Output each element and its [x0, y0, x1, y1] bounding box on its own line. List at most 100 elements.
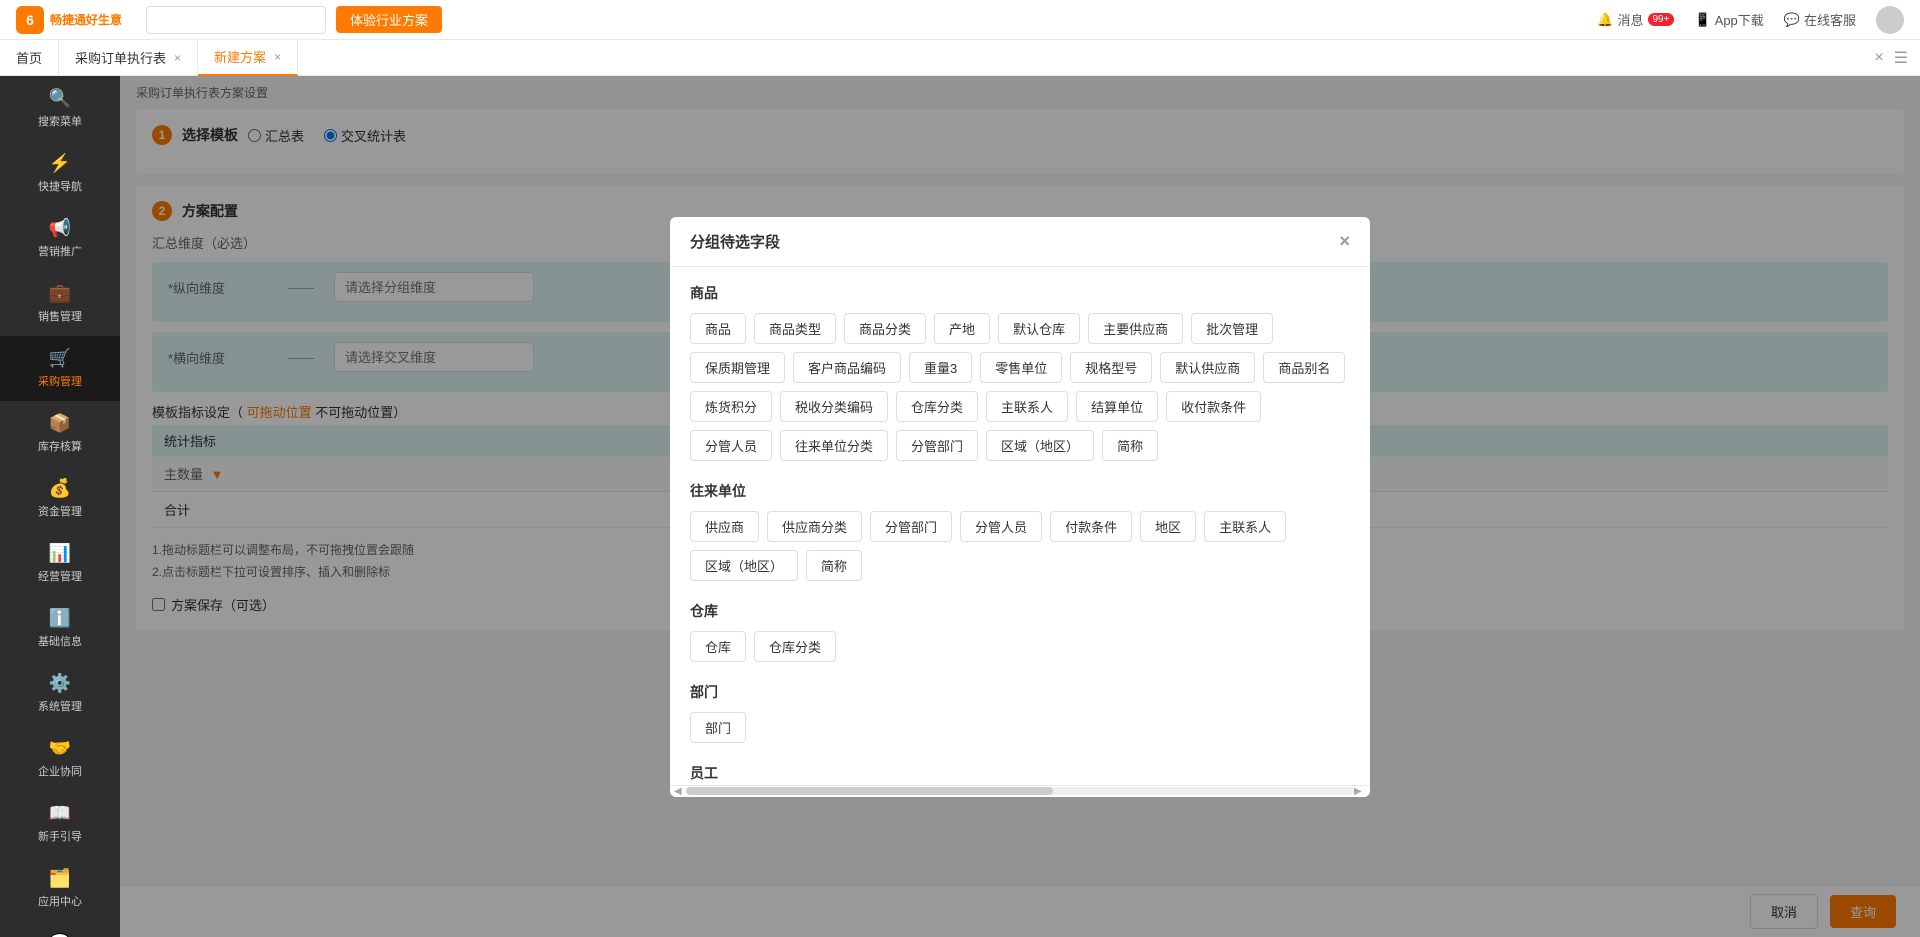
field-tag[interactable]: 批次管理 [1191, 313, 1273, 344]
sales-icon: 💼 [49, 283, 71, 304]
field-tag[interactable]: 默认供应商 [1160, 352, 1255, 383]
top-search-input[interactable] [146, 6, 326, 34]
field-tag[interactable]: 简称 [1102, 430, 1158, 461]
field-tag[interactable]: 商品分类 [844, 313, 926, 344]
modal-close-icon[interactable]: × [1339, 231, 1350, 252]
field-tag[interactable]: 往来单位分类 [780, 430, 888, 461]
sidebar-item-apps[interactable]: 🗂️ 应用中心 [0, 856, 120, 921]
field-tag[interactable]: 产地 [934, 313, 990, 344]
apps-icon: 🗂️ [49, 868, 71, 889]
hscroll-right-icon[interactable]: ▶ [1354, 786, 1366, 797]
field-tag[interactable]: 仓库 [690, 631, 746, 662]
field-tag[interactable]: 区域（地区） [690, 550, 798, 581]
system-icon: ⚙️ [49, 673, 71, 694]
sidebar-item-collaboration[interactable]: 🤝 企业协同 [0, 726, 120, 791]
tab-close-all-icon[interactable]: × [1874, 49, 1883, 67]
field-tag[interactable]: 结算单位 [1076, 391, 1158, 422]
online-service-item[interactable]: 💬 在线客服 [1784, 10, 1856, 29]
avatar[interactable] [1876, 6, 1904, 34]
field-tag[interactable]: 商品类型 [754, 313, 836, 344]
field-tag[interactable]: 供应商分类 [767, 511, 862, 542]
top-right: 🔔 消息 99+ 📱 App下载 💬 在线客服 [1597, 6, 1904, 34]
notification-item[interactable]: 🔔 消息 99+ [1597, 10, 1674, 29]
field-tag[interactable]: 默认仓库 [998, 313, 1080, 344]
field-tag[interactable]: 仓库分类 [754, 631, 836, 662]
hscroll-left-icon[interactable]: ◀ [674, 786, 686, 797]
field-tag[interactable]: 客户商品编码 [793, 352, 901, 383]
tab-new-plan-close-icon[interactable]: × [274, 50, 281, 64]
tab-bar: 首页 采购订单执行表 × 新建方案 × × ☰ [0, 40, 1920, 76]
field-tag[interactable]: 零售单位 [980, 352, 1062, 383]
wechat-icon: 💬 [49, 933, 71, 937]
field-tags: 仓库仓库分类 [690, 631, 1350, 662]
tab-home[interactable]: 首页 [0, 40, 59, 76]
field-tag[interactable]: 主联系人 [1204, 511, 1286, 542]
field-tag[interactable]: 付款条件 [1050, 511, 1132, 542]
field-tag[interactable]: 主要供应商 [1088, 313, 1183, 344]
main-layout: 🔍 搜索菜单 ⚡ 快捷导航 📢 营销推广 💼 销售管理 🛒 采购管理 📦 库存核… [0, 76, 1920, 937]
field-tag[interactable]: 供应商 [690, 511, 759, 542]
search-icon: 🔍 [49, 88, 71, 109]
sidebar-item-guide[interactable]: 📖 新手引导 [0, 791, 120, 856]
field-tag[interactable]: 地区 [1140, 511, 1196, 542]
field-section-title: 员工 [690, 763, 1350, 783]
field-tag[interactable]: 分管人员 [960, 511, 1042, 542]
sidebar: 🔍 搜索菜单 ⚡ 快捷导航 📢 营销推广 💼 销售管理 🛒 采购管理 📦 库存核… [0, 76, 120, 937]
sidebar-item-search[interactable]: 🔍 搜索菜单 [0, 76, 120, 141]
sidebar-item-quick-nav[interactable]: ⚡ 快捷导航 [0, 141, 120, 206]
experience-btn[interactable]: 体验行业方案 [336, 6, 442, 33]
logo-icon: 6 [16, 6, 44, 34]
hscroll-thumb [686, 787, 1053, 795]
field-tag[interactable]: 分管部门 [896, 430, 978, 461]
field-tag[interactable]: 炼货积分 [690, 391, 772, 422]
field-tag[interactable]: 简称 [806, 550, 862, 581]
notification-badge: 99+ [1648, 13, 1675, 26]
field-section-往来单位: 往来单位供应商供应商分类分管部门分管人员付款条件地区主联系人区域（地区） 简称 [690, 481, 1350, 581]
tab-purchase-order[interactable]: 采购订单执行表 × [59, 40, 198, 76]
tab-purchase-close-icon[interactable]: × [174, 51, 181, 65]
sidebar-item-purchase[interactable]: 🛒 采购管理 [0, 336, 120, 401]
field-tag[interactable]: 部门 [690, 712, 746, 743]
field-tag[interactable]: 重量3 [909, 352, 972, 383]
field-tag[interactable]: 商品别名 [1263, 352, 1345, 383]
sidebar-item-finance[interactable]: 💰 资金管理 [0, 466, 120, 531]
modal-title: 分组待选字段 [690, 231, 780, 252]
sidebar-item-wechat[interactable]: 💬 企业微信 [0, 921, 120, 937]
sidebar-item-operation[interactable]: 📊 经营管理 [0, 531, 120, 596]
field-section-title: 往来单位 [690, 481, 1350, 501]
field-tag[interactable]: 税收分类编码 [780, 391, 888, 422]
field-section-仓库: 仓库仓库仓库分类 [690, 601, 1350, 662]
field-tag[interactable]: 主联系人 [986, 391, 1068, 422]
sidebar-item-basic-info[interactable]: ℹ️ 基础信息 [0, 596, 120, 661]
field-tag[interactable]: 分管人员 [690, 430, 772, 461]
sidebar-item-inventory[interactable]: 📦 库存核算 [0, 401, 120, 466]
content-area: 采购订单执行表方案设置 1 选择模板 汇总表 交叉统计表 [120, 76, 1920, 937]
field-tag[interactable]: 保质期管理 [690, 352, 785, 383]
field-tag[interactable]: 商品 [690, 313, 746, 344]
modal-body: 商品商品商品类型商品分类产地默认仓库主要供应商批次管理保质期管理客户商品编码重量… [670, 267, 1370, 785]
field-tag[interactable]: 规格型号 [1070, 352, 1152, 383]
field-tag[interactable]: 仓库分类 [896, 391, 978, 422]
operation-icon: 📊 [49, 543, 71, 564]
bell-icon: 🔔 [1597, 12, 1613, 28]
field-section-title: 仓库 [690, 601, 1350, 621]
tab-new-plan[interactable]: 新建方案 × [198, 40, 298, 76]
field-tag[interactable]: 收付款条件 [1166, 391, 1261, 422]
tab-bar-right: × ☰ [1874, 48, 1920, 68]
service-icon: 💬 [1784, 12, 1800, 28]
field-section-title: 商品 [690, 283, 1350, 303]
logo-area: 6 畅捷通好生意 [16, 6, 136, 34]
guide-icon: 📖 [49, 803, 71, 824]
tab-menu-icon[interactable]: ☰ [1894, 48, 1908, 68]
basic-info-icon: ℹ️ [49, 608, 71, 629]
sidebar-item-sales[interactable]: 💼 销售管理 [0, 271, 120, 336]
field-tag[interactable]: 分管部门 [870, 511, 952, 542]
hscroll-track [686, 787, 1354, 795]
field-tag[interactable]: 区域（地区） [986, 430, 1094, 461]
sidebar-item-marketing[interactable]: 📢 营销推广 [0, 206, 120, 271]
marketing-icon: 📢 [49, 218, 71, 239]
field-tags: 部门 [690, 712, 1350, 743]
quick-nav-icon: ⚡ [49, 153, 71, 174]
sidebar-item-system[interactable]: ⚙️ 系统管理 [0, 661, 120, 726]
app-download-item[interactable]: 📱 App下载 [1694, 10, 1763, 29]
